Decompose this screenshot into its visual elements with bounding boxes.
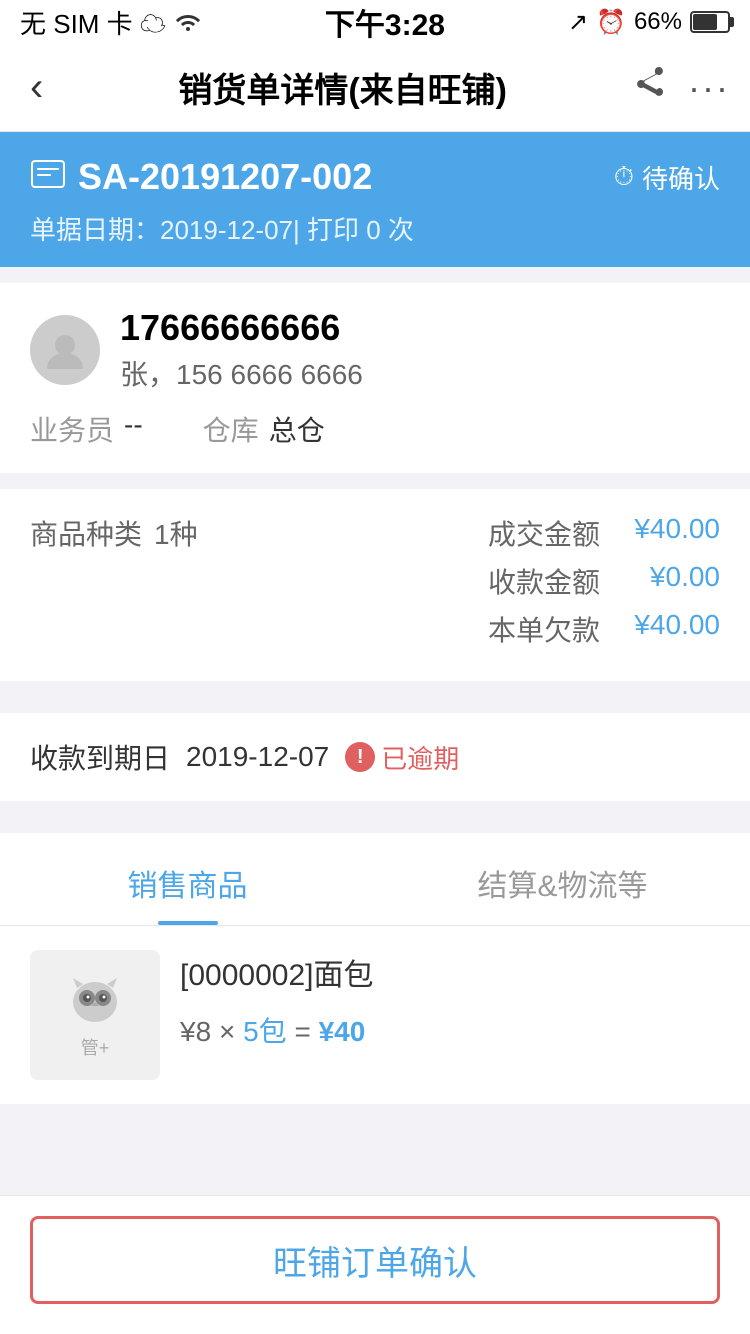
order-id-row: SA-20191207-002 ⏱ 待确认 bbox=[30, 156, 720, 198]
location-icon: ↗ bbox=[568, 8, 588, 37]
battery-percentage: 66% bbox=[634, 8, 682, 36]
alarm-icon: ⏰ bbox=[596, 8, 626, 37]
overdue-badge: ! 已逾期 bbox=[345, 739, 459, 776]
divider-1 bbox=[0, 473, 750, 489]
warehouse-meta: 仓库 总仓 bbox=[203, 409, 325, 449]
price-unit: ¥8 bbox=[180, 1016, 211, 1047]
tabs-container: 销售商品 结算&物流等 bbox=[0, 833, 750, 926]
product-price-row: ¥8 × 5包 = ¥40 bbox=[180, 1010, 720, 1050]
price-total: ¥40 bbox=[319, 1016, 366, 1047]
due-date-section: 收款到期日 2019-12-07 ! 已逾期 bbox=[0, 713, 750, 801]
price-qty: 5包 bbox=[243, 1016, 287, 1047]
owed-value: ¥40.00 bbox=[620, 609, 720, 649]
summary-section: 商品种类 1种 成交金额 ¥40.00 收款金额 ¥0.00 本单欠款 ¥40.… bbox=[0, 489, 750, 681]
price-multiplier: × bbox=[219, 1016, 243, 1047]
amount-value: ¥40.00 bbox=[620, 513, 720, 553]
price-equals: = bbox=[294, 1016, 318, 1047]
order-header: SA-20191207-002 ⏱ 待确认 单据日期：2019-12-07| 打… bbox=[0, 132, 750, 267]
product-thumbnail: 管+ bbox=[30, 950, 160, 1080]
status-left: 无 SIM 卡 ☁ bbox=[20, 4, 202, 41]
sales-meta: 业务员 -- bbox=[30, 409, 143, 449]
order-date: 单据日期：2019-12-07| 打印 0 次 bbox=[30, 210, 720, 247]
tab-settlement[interactable]: 结算&物流等 bbox=[375, 833, 750, 925]
product-thumb-inner: 管+ bbox=[55, 970, 135, 1060]
warehouse-value: 总仓 bbox=[269, 409, 325, 449]
status-right: ↗ ⏰ 66% bbox=[568, 8, 730, 37]
overdue-text: 已逾期 bbox=[381, 739, 459, 776]
product-info: [0000002]面包 ¥8 × 5包 = ¥40 bbox=[180, 950, 720, 1050]
nav-actions: ··· bbox=[632, 66, 730, 110]
sales-value: -- bbox=[124, 409, 143, 449]
wifi-icon bbox=[174, 7, 202, 38]
no-sim-text: 无 SIM 卡 ☁ bbox=[20, 4, 166, 41]
status-time: 下午3:28 bbox=[325, 0, 445, 44]
share-button[interactable] bbox=[632, 66, 668, 110]
confirm-btn-container: 旺铺订单确认 bbox=[0, 1195, 750, 1334]
order-status: ⏱ 待确认 bbox=[614, 159, 720, 196]
received-value: ¥0.00 bbox=[620, 561, 720, 601]
divider-3 bbox=[0, 801, 750, 817]
amount-line: 成交金额 ¥40.00 bbox=[488, 513, 720, 553]
customer-row: 17666666666 张，156 6666 6666 bbox=[30, 307, 720, 393]
summary-row: 商品种类 1种 成交金额 ¥40.00 收款金额 ¥0.00 本单欠款 ¥40.… bbox=[30, 513, 720, 657]
divider-2 bbox=[0, 681, 750, 697]
amounts: 成交金额 ¥40.00 收款金额 ¥0.00 本单欠款 ¥40.00 bbox=[488, 513, 720, 657]
product-name: [0000002]面包 bbox=[180, 950, 720, 994]
order-id-icon bbox=[30, 156, 66, 198]
customer-meta: 业务员 -- 仓库 总仓 bbox=[30, 409, 720, 449]
overdue-warning-icon: ! bbox=[345, 742, 375, 772]
category-info: 商品种类 1种 bbox=[30, 513, 198, 553]
tabs-row: 销售商品 结算&物流等 bbox=[0, 833, 750, 925]
customer-phone: 17666666666 bbox=[120, 307, 363, 349]
nav-bar: ‹ 销货单详情(来自旺铺) ··· bbox=[0, 44, 750, 132]
owed-label: 本单欠款 bbox=[488, 609, 600, 649]
received-label: 收款金额 bbox=[488, 561, 600, 601]
product-item: 管+ [0000002]面包 ¥8 × 5包 = ¥40 bbox=[0, 926, 750, 1104]
brand-text: 管+ bbox=[81, 1034, 110, 1060]
back-button[interactable]: ‹ bbox=[20, 55, 53, 120]
due-date-value: 2019-12-07 bbox=[186, 741, 329, 773]
avatar bbox=[30, 315, 100, 385]
warehouse-label: 仓库 bbox=[203, 409, 259, 449]
tab-sales-products[interactable]: 销售商品 bbox=[0, 833, 375, 925]
sales-label: 业务员 bbox=[30, 409, 114, 449]
customer-info: 17666666666 张，156 6666 6666 bbox=[120, 307, 363, 393]
order-id: SA-20191207-002 bbox=[30, 156, 372, 198]
category-value: 1种 bbox=[154, 513, 198, 553]
due-date-label: 收款到期日 bbox=[30, 737, 170, 777]
amount-label: 成交金额 bbox=[488, 513, 600, 553]
customer-section: 17666666666 张，156 6666 6666 业务员 -- 仓库 总仓 bbox=[0, 283, 750, 473]
status-bar: 无 SIM 卡 ☁ 下午3:28 ↗ ⏰ 66% bbox=[0, 0, 750, 44]
received-line: 收款金额 ¥0.00 bbox=[488, 561, 720, 601]
page-title: 销货单详情(来自旺铺) bbox=[178, 63, 507, 112]
confirm-order-button[interactable]: 旺铺订单确认 bbox=[30, 1216, 720, 1304]
owed-line: 本单欠款 ¥40.00 bbox=[488, 609, 720, 649]
customer-name: 张，156 6666 6666 bbox=[120, 353, 363, 393]
category-label: 商品种类 bbox=[30, 513, 142, 553]
more-button[interactable]: ··· bbox=[688, 67, 730, 109]
clock-icon: ⏱ bbox=[614, 161, 634, 193]
battery-icon bbox=[690, 11, 730, 33]
